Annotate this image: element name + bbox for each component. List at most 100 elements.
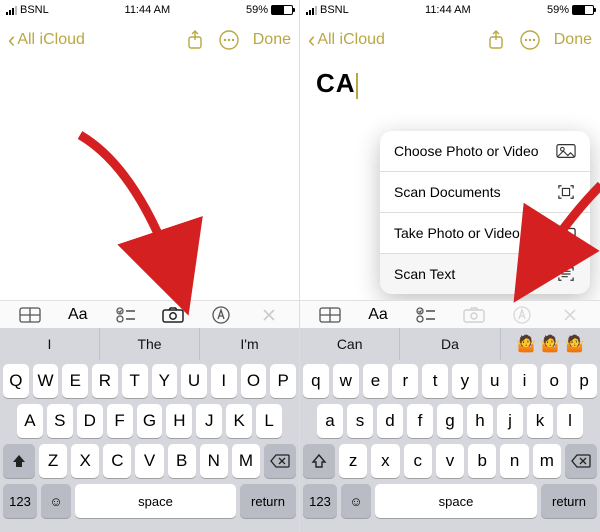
checklist-icon[interactable] xyxy=(107,303,145,327)
key-x[interactable]: x xyxy=(371,444,399,478)
format-icon[interactable]: Aa xyxy=(59,303,97,327)
format-icon[interactable]: Aa xyxy=(359,303,397,327)
camera-icon[interactable] xyxy=(455,303,493,327)
key-i[interactable]: i xyxy=(512,364,538,398)
back-button[interactable]: ‹ All iCloud xyxy=(308,29,385,51)
key-z[interactable]: z xyxy=(339,444,367,478)
key-o[interactable]: o xyxy=(541,364,567,398)
key-v[interactable]: v xyxy=(436,444,464,478)
share-icon[interactable] xyxy=(486,30,506,50)
key-b[interactable]: B xyxy=(168,444,196,478)
key-v[interactable]: V xyxy=(135,444,163,478)
key-a[interactable]: a xyxy=(317,404,343,438)
key-h[interactable]: H xyxy=(166,404,192,438)
markup-icon[interactable] xyxy=(202,303,240,327)
emoji-key[interactable]: ☺ xyxy=(41,484,71,518)
carrier-label: BSNL xyxy=(20,4,49,16)
suggestion-1[interactable]: Can xyxy=(300,328,400,360)
key-p[interactable]: P xyxy=(270,364,296,398)
key-e[interactable]: e xyxy=(363,364,389,398)
done-button[interactable]: Done xyxy=(253,31,291,49)
suggestion-1[interactable]: I xyxy=(0,328,100,360)
more-icon[interactable] xyxy=(520,30,540,50)
key-g[interactable]: g xyxy=(437,404,463,438)
numbers-key[interactable]: 123 xyxy=(303,484,337,518)
backspace-key[interactable] xyxy=(264,444,296,478)
menu-scan-text[interactable]: Scan Text xyxy=(380,254,590,294)
key-z[interactable]: Z xyxy=(39,444,67,478)
key-r[interactable]: R xyxy=(92,364,118,398)
menu-item-label: Scan Documents xyxy=(394,184,501,200)
numbers-key[interactable]: 123 xyxy=(3,484,37,518)
phone-right: BSNL 11:44 AM 59% ‹ All iCloud Done CA C… xyxy=(300,0,600,532)
table-icon[interactable] xyxy=(11,303,49,327)
key-k[interactable]: k xyxy=(527,404,553,438)
key-m[interactable]: m xyxy=(533,444,561,478)
key-q[interactable]: Q xyxy=(3,364,29,398)
shift-key[interactable] xyxy=(3,444,35,478)
key-n[interactable]: N xyxy=(200,444,228,478)
key-l[interactable]: l xyxy=(557,404,583,438)
key-a[interactable]: A xyxy=(17,404,43,438)
done-button[interactable]: Done xyxy=(554,31,592,49)
suggestion-3[interactable]: 🤷 🤷 🤷 xyxy=(501,328,600,360)
emoji-key[interactable]: ☺ xyxy=(341,484,371,518)
key-y[interactable]: y xyxy=(452,364,478,398)
key-d[interactable]: D xyxy=(77,404,103,438)
menu-take-photo[interactable]: Take Photo or Video xyxy=(380,213,590,254)
key-i[interactable]: I xyxy=(211,364,237,398)
suggestion-2[interactable]: Da xyxy=(400,328,500,360)
key-n[interactable]: n xyxy=(500,444,528,478)
key-r[interactable]: r xyxy=(392,364,418,398)
suggestion-2[interactable]: The xyxy=(100,328,200,360)
key-y[interactable]: Y xyxy=(152,364,178,398)
back-button[interactable]: ‹ All iCloud xyxy=(8,29,85,51)
return-key[interactable]: return xyxy=(541,484,597,518)
key-c[interactable]: C xyxy=(103,444,131,478)
key-u[interactable]: U xyxy=(181,364,207,398)
camera-icon[interactable] xyxy=(154,303,192,327)
suggestion-3[interactable]: I'm xyxy=(200,328,299,360)
key-d[interactable]: d xyxy=(377,404,403,438)
checklist-icon[interactable] xyxy=(407,303,445,327)
key-f[interactable]: F xyxy=(107,404,133,438)
note-editor[interactable] xyxy=(0,60,299,300)
key-t[interactable]: t xyxy=(422,364,448,398)
key-w[interactable]: W xyxy=(33,364,59,398)
markup-icon[interactable] xyxy=(503,303,541,327)
key-s[interactable]: s xyxy=(347,404,373,438)
key-m[interactable]: M xyxy=(232,444,260,478)
space-key[interactable]: space xyxy=(375,484,537,518)
key-h[interactable]: h xyxy=(467,404,493,438)
key-p[interactable]: p xyxy=(571,364,597,398)
key-b[interactable]: b xyxy=(468,444,496,478)
key-l[interactable]: L xyxy=(256,404,282,438)
key-w[interactable]: w xyxy=(333,364,359,398)
key-f[interactable]: f xyxy=(407,404,433,438)
battery-pct: 59% xyxy=(246,4,268,16)
key-g[interactable]: G xyxy=(137,404,163,438)
key-u[interactable]: u xyxy=(482,364,508,398)
key-t[interactable]: T xyxy=(122,364,148,398)
key-e[interactable]: E xyxy=(62,364,88,398)
backspace-key[interactable] xyxy=(565,444,597,478)
shift-key[interactable] xyxy=(303,444,335,478)
key-j[interactable]: J xyxy=(196,404,222,438)
key-k[interactable]: K xyxy=(226,404,252,438)
key-q[interactable]: q xyxy=(303,364,329,398)
key-j[interactable]: j xyxy=(497,404,523,438)
close-toolbar-icon[interactable] xyxy=(250,303,288,327)
close-toolbar-icon[interactable] xyxy=(551,303,589,327)
return-key[interactable]: return xyxy=(240,484,296,518)
share-icon[interactable] xyxy=(185,30,205,50)
key-o[interactable]: O xyxy=(241,364,267,398)
key-s[interactable]: S xyxy=(47,404,73,438)
menu-choose-photo[interactable]: Choose Photo or Video xyxy=(380,131,590,172)
space-key[interactable]: space xyxy=(75,484,236,518)
table-icon[interactable] xyxy=(311,303,349,327)
menu-scan-documents[interactable]: Scan Documents xyxy=(380,172,590,213)
menu-item-label: Choose Photo or Video xyxy=(394,143,539,159)
key-c[interactable]: c xyxy=(404,444,432,478)
more-icon[interactable] xyxy=(219,30,239,50)
key-x[interactable]: X xyxy=(71,444,99,478)
